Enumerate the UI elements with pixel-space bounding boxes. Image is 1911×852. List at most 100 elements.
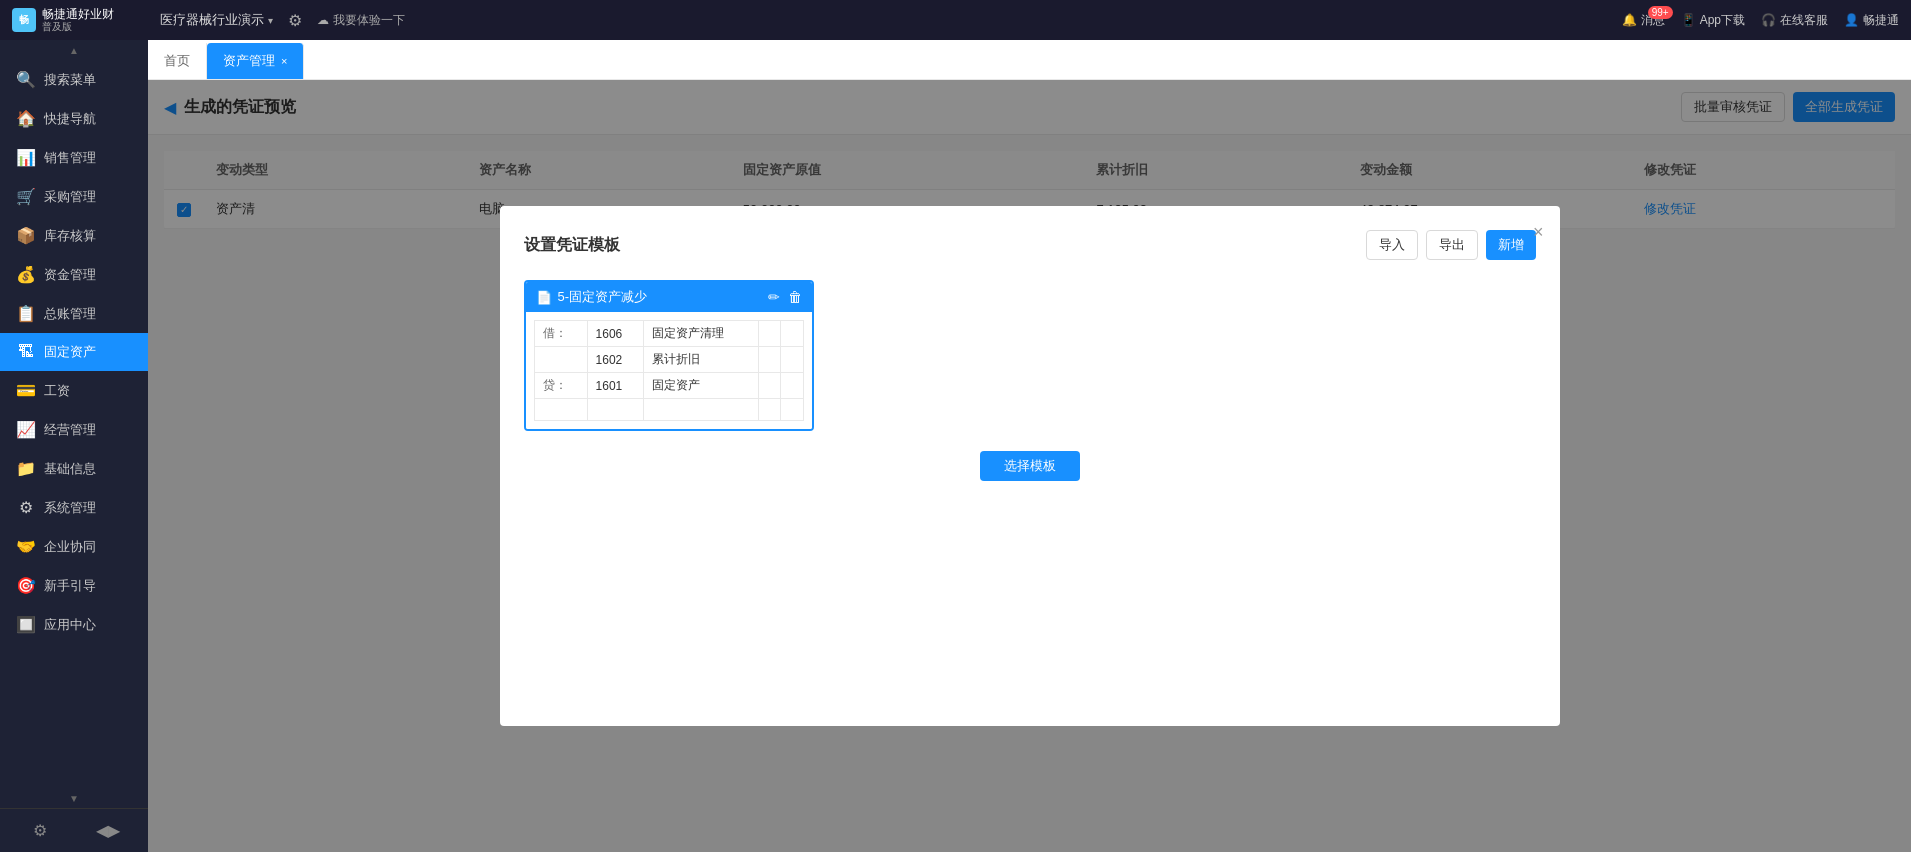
app-download-action[interactable]: 📱 App下载 <box>1681 12 1745 29</box>
search-icon: 🔍 <box>16 70 36 89</box>
sidebar-item-search[interactable]: 🔍 搜索菜单 <box>0 60 148 99</box>
header-right-actions: 🔔 消息 99+ 📱 App下载 🎧 在线客服 👤 畅捷通 <box>1622 12 1899 29</box>
sidebar-item-guide[interactable]: 🎯 新手引导 <box>0 566 148 605</box>
template-empty-2 <box>587 399 644 421</box>
logo-area: 畅 畅捷通好业财 普及版 <box>12 7 160 33</box>
sidebar-item-payroll[interactable]: 💳 工资 <box>0 371 148 410</box>
headset-icon: 🎧 <box>1761 13 1776 27</box>
template-code-1601: 1601 <box>587 373 644 399</box>
experience-button[interactable]: ☁ 我要体验一下 <box>317 12 405 29</box>
sidebar-item-inventory[interactable]: 📦 库存核算 <box>0 216 148 255</box>
tab-asset-management[interactable]: 资产管理 × <box>207 43 304 79</box>
chevron-down-icon: ▾ <box>268 15 273 26</box>
system-icon: ⚙ <box>16 498 36 517</box>
user-icon: 👤 <box>1844 13 1859 27</box>
template-card-header: 📄 5-固定资产减少 ✏ 🗑 <box>526 282 812 312</box>
logo-main-text: 畅捷通好业财 <box>42 7 114 21</box>
settings-button[interactable]: ⚙ <box>281 6 309 34</box>
logo-icon: 畅 <box>12 8 36 32</box>
sidebar: ▲ 🔍 搜索菜单 🏠 快捷导航 📊 销售管理 🛒 采购管理 📦 库存核算 💰 资… <box>0 40 148 852</box>
template-table: 借： 1606 固定资产清理 1602 <box>534 320 804 421</box>
template-code-1602: 1602 <box>587 347 644 373</box>
tab-home[interactable]: 首页 <box>148 43 207 79</box>
sales-icon: 📊 <box>16 148 36 167</box>
template-delete-icon[interactable]: 🗑 <box>788 289 802 305</box>
template-account-name-2: 累计折旧 <box>644 347 759 373</box>
select-template-button[interactable]: 选择模板 <box>980 451 1080 481</box>
guide-icon: 🎯 <box>16 576 36 595</box>
template-name: 5-固定资产减少 <box>558 288 648 306</box>
modal-close-button[interactable]: × <box>1533 222 1544 243</box>
online-service-action[interactable]: 🎧 在线客服 <box>1761 12 1828 29</box>
logo-sub-text: 普及版 <box>42 21 114 33</box>
top-header: 畅 畅捷通好业财 普及版 医疗器械行业演示 ▾ ⚙ ☁ 我要体验一下 🔔 消息 … <box>0 0 1911 40</box>
notifications-badge: 99+ <box>1648 6 1673 19</box>
template-row-3: 贷： 1601 固定资产 <box>534 373 803 399</box>
apps-icon: 🔲 <box>16 615 36 634</box>
template-card: 📄 5-固定资产减少 ✏ 🗑 <box>524 280 814 431</box>
notifications-action[interactable]: 🔔 消息 99+ <box>1622 12 1665 29</box>
template-row-4 <box>534 399 803 421</box>
sidebar-scroll-down[interactable]: ▼ <box>0 788 148 808</box>
sidebar-item-system[interactable]: ⚙ 系统管理 <box>0 488 148 527</box>
template-col3-3 <box>759 373 781 399</box>
select-template-container: 选择模板 <box>524 451 1536 481</box>
management-icon: 📈 <box>16 420 36 439</box>
sidebar-item-ledger[interactable]: 📋 总账管理 <box>0 294 148 333</box>
template-debit-label: 借： <box>534 321 587 347</box>
user-action[interactable]: 👤 畅捷通 <box>1844 12 1899 29</box>
template-account-name-3: 固定资产 <box>644 373 759 399</box>
modal-header-actions: 导入 导出 新增 <box>1366 230 1536 260</box>
sidebar-item-enterprise[interactable]: 🤝 企业协同 <box>0 527 148 566</box>
template-col4-3 <box>781 373 803 399</box>
phone-icon: 📱 <box>1681 13 1696 27</box>
template-empty-label-1 <box>534 347 587 373</box>
sidebar-bottom: ⚙ ◀▶ <box>0 808 148 852</box>
modal-body: 📄 5-固定资产减少 ✏ 🗑 <box>524 280 1536 702</box>
sidebar-item-fixed-assets[interactable]: 🏗 固定资产 <box>0 333 148 371</box>
template-code-1606: 1606 <box>587 321 644 347</box>
modal-header: 设置凭证模板 导入 导出 新增 <box>524 230 1536 260</box>
template-col3-1 <box>759 321 781 347</box>
template-col3-2 <box>759 347 781 373</box>
company-name: 医疗器械行业演示 <box>160 11 264 29</box>
main-layout: ▲ 🔍 搜索菜单 🏠 快捷导航 📊 销售管理 🛒 采购管理 📦 库存核算 💰 资… <box>0 40 1911 852</box>
ledger-icon: 📋 <box>16 304 36 323</box>
inventory-icon: 📦 <box>16 226 36 245</box>
template-col4-1 <box>781 321 803 347</box>
page-content: ◀ 生成的凭证预览 批量审核凭证 全部生成凭证 变动类型 <box>148 80 1911 852</box>
sidebar-item-quicknav[interactable]: 🏠 快捷导航 <box>0 99 148 138</box>
template-body: 借： 1606 固定资产清理 1602 <box>526 312 812 429</box>
template-card-header-left: 📄 5-固定资产减少 <box>536 288 648 306</box>
sidebar-item-funds[interactable]: 💰 资金管理 <box>0 255 148 294</box>
template-empty-3 <box>644 399 759 421</box>
company-selector[interactable]: 医疗器械行业演示 ▾ <box>160 11 273 29</box>
new-button[interactable]: 新增 <box>1486 230 1536 260</box>
sidebar-item-apps[interactable]: 🔲 应用中心 <box>0 605 148 644</box>
template-row-2: 1602 累计折旧 <box>534 347 803 373</box>
tab-bar: 首页 资产管理 × <box>148 40 1911 80</box>
cloud-icon: ☁ <box>317 13 329 27</box>
tab-close-icon[interactable]: × <box>281 55 287 67</box>
settings-bottom-button[interactable]: ⚙ <box>8 817 72 844</box>
template-col4-2 <box>781 347 803 373</box>
payroll-icon: 💳 <box>16 381 36 400</box>
template-card-actions: ✏ 🗑 <box>768 289 802 305</box>
import-button[interactable]: 导入 <box>1366 230 1418 260</box>
collapse-sidebar-button[interactable]: ◀▶ <box>76 817 140 844</box>
template-empty-1 <box>534 399 587 421</box>
sidebar-item-purchase[interactable]: 🛒 采购管理 <box>0 177 148 216</box>
template-credit-label: 贷： <box>534 373 587 399</box>
bell-icon: 🔔 <box>1622 13 1637 27</box>
template-edit-icon[interactable]: ✏ <box>768 289 780 305</box>
modal-title: 设置凭证模板 <box>524 235 620 256</box>
content-area: 首页 资产管理 × ◀ 生成的凭证预览 批量审核凭证 全部生成凭证 <box>148 40 1911 852</box>
export-button[interactable]: 导出 <box>1426 230 1478 260</box>
home-icon: 🏠 <box>16 109 36 128</box>
sidebar-scroll-up[interactable]: ▲ <box>0 40 148 60</box>
sidebar-item-sales[interactable]: 📊 销售管理 <box>0 138 148 177</box>
sidebar-item-basic-info[interactable]: 📁 基础信息 <box>0 449 148 488</box>
modal-overlay: × 设置凭证模板 导入 导出 新增 <box>148 80 1911 852</box>
sidebar-item-management[interactable]: 📈 经营管理 <box>0 410 148 449</box>
template-row-1: 借： 1606 固定资产清理 <box>534 321 803 347</box>
